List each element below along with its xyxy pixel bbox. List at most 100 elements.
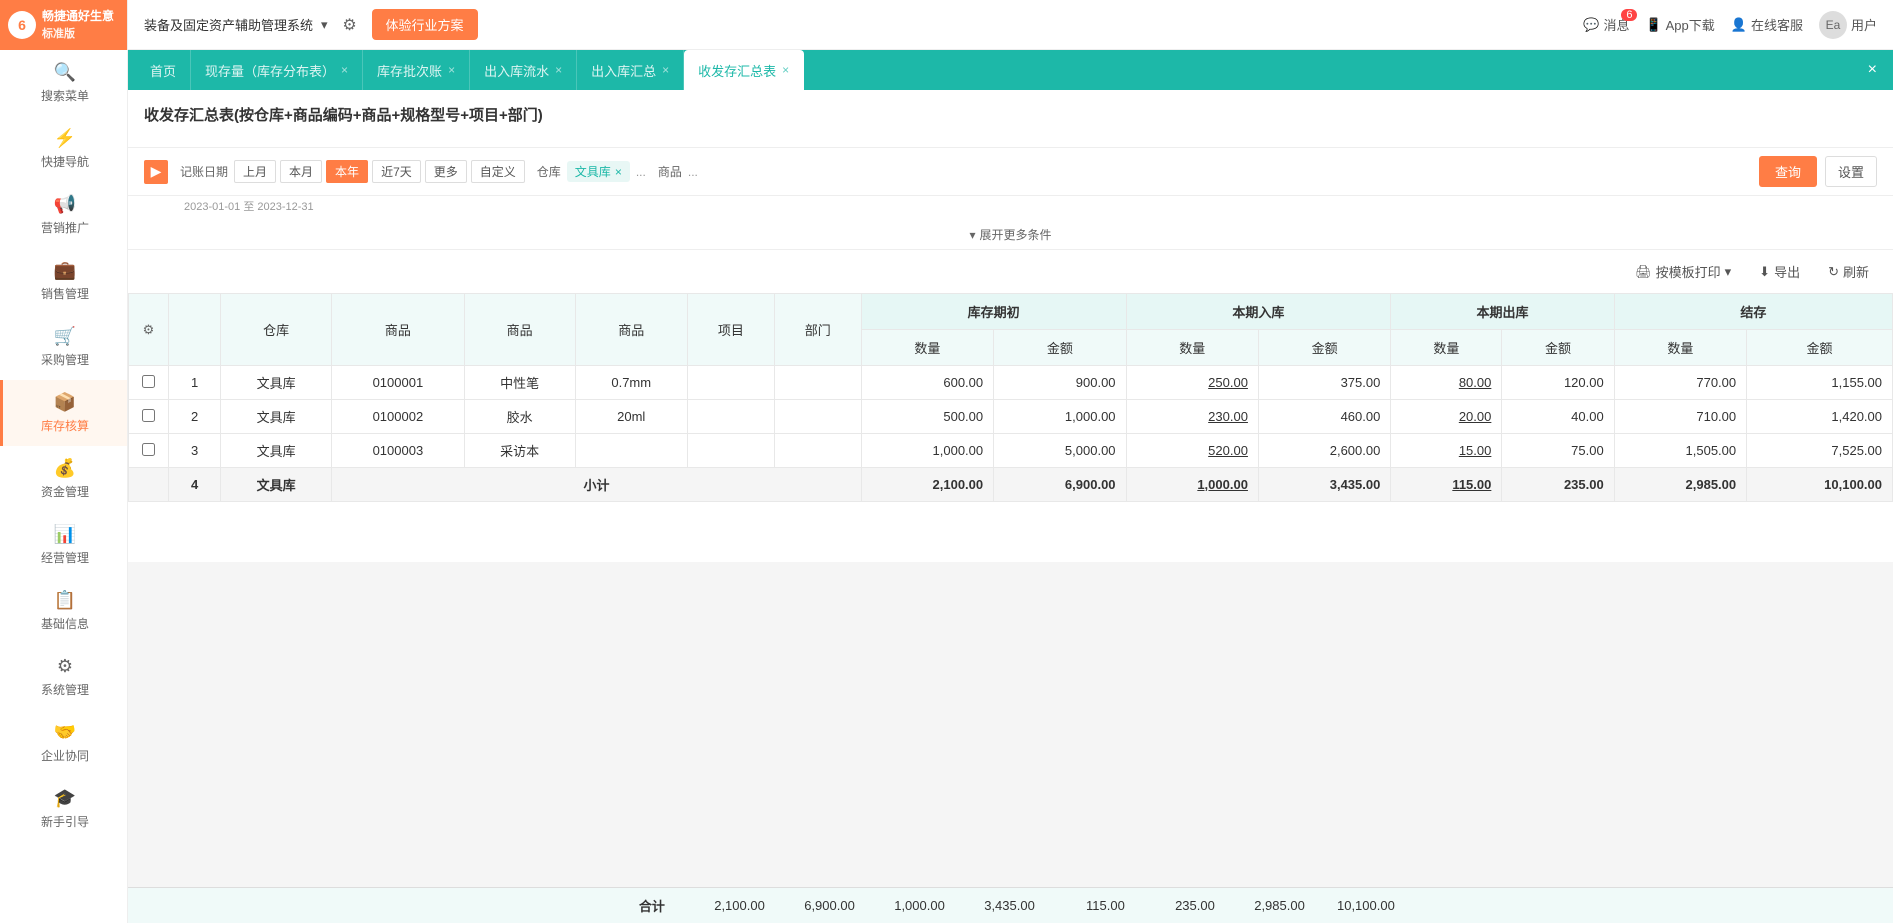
tab-home[interactable]: 首页 [136,50,191,90]
warehouse-close-icon[interactable]: × [615,165,622,179]
th-settings: ⚙ [129,294,169,366]
main-area: 装备及固定资产辅助管理系统 ▾ ⚙ 体验行业方案 💬 消息 6 📱 App下载 … [128,0,1893,923]
search-icon: 🔍 [54,62,76,83]
app-download-label: App下载 [1666,15,1715,34]
expand-button[interactable]: ▾ 展开更多条件 [969,226,1051,243]
settings-filter-button[interactable]: 设置 [1825,156,1877,187]
cell-close-qty: 770.00 [1614,366,1746,400]
subtotal-open-qty: 2,100.00 [861,468,993,502]
sidebar-item-guide[interactable]: 🎓 新手引导 [0,776,127,842]
sidebar-item-search[interactable]: 🔍 搜索菜单 [0,50,127,116]
sidebar-nav: 🔍 搜索菜单⚡ 快捷导航📢 营销推广💼 销售管理🛒 采购管理📦 库存核算💰 资金… [0,50,127,923]
warehouse-more[interactable]: ... [636,165,646,179]
th-num [169,294,221,366]
sidebar-item-marketing[interactable]: 📢 营销推广 [0,182,127,248]
phone-icon: 📱 [1645,17,1661,33]
trial-button[interactable]: 体验行业方案 [372,9,478,40]
sidebar-item-basic[interactable]: 📋 基础信息 [0,578,127,644]
tab-close-inout_summary[interactable]: × [662,63,669,77]
footer-total-label: 合计 [144,896,665,915]
footer-in-qty: 1,000.00 [865,898,955,913]
settings-icon[interactable]: ⚙ [336,11,364,39]
date-btn-自定义[interactable]: 自定义 [471,160,525,183]
date-btn-本月[interactable]: 本月 [280,160,322,183]
marketing-icon: 📢 [54,194,76,215]
goods-more[interactable]: ... [688,165,698,179]
cell-checkbox[interactable] [129,400,169,434]
online-service-item[interactable]: 👤 在线客服 [1731,15,1803,34]
sidebar-item-operations[interactable]: 📊 经营管理 [0,512,127,578]
tab-close-batch[interactable]: × [448,63,455,77]
tab-receive_send[interactable]: 收发存汇总表× [684,50,804,90]
app-download-item[interactable]: 📱 App下载 [1645,15,1714,34]
sidebar-item-finance[interactable]: 💰 资金管理 [0,446,127,512]
cell-out-qty[interactable]: 80.00 [1391,366,1502,400]
tab-inventory[interactable]: 现存量（库存分布表） × [191,50,363,90]
quick-icon: ⚡ [54,128,76,149]
user-item[interactable]: Ea 用户 [1819,11,1877,39]
messages-item[interactable]: 💬 消息 6 [1583,15,1629,34]
sidebar-label-marketing: 营销推广 [41,219,89,236]
cell-checkbox[interactable] [129,434,169,468]
cell-goods: 采访本 [464,434,575,468]
tab-batch[interactable]: 库存批次账× [363,50,470,90]
subtotal-open-amt: 6,900.00 [994,468,1126,502]
cell-project [687,366,774,400]
date-range-row: 2023-01-01 至 2023-12-31 [128,196,1893,220]
cell-in-amt: 460.00 [1258,400,1390,434]
cell-open-amt: 900.00 [994,366,1126,400]
service-icon: 👤 [1731,17,1747,33]
cell-in-qty[interactable]: 250.00 [1126,366,1258,400]
sidebar-item-inventory_mgmt[interactable]: 📦 库存核算 [0,380,127,446]
sidebar-item-sales[interactable]: 💼 销售管理 [0,248,127,314]
tab-inout_flow[interactable]: 出入库流水× [470,50,577,90]
cell-checkbox[interactable] [129,366,169,400]
cell-in-qty[interactable]: 230.00 [1126,400,1258,434]
query-button[interactable]: 查询 [1759,156,1817,187]
subtotal-in-amt: 3,435.00 [1258,468,1390,502]
date-btn-上月[interactable]: 上月 [234,160,276,183]
date-buttons: 上月本月本年近7天更多自定义 [234,160,525,183]
system-dropdown[interactable]: ▾ [321,17,328,33]
warehouse-value: 文具库 [575,163,611,180]
refresh-btn[interactable]: ↻ 刷新 [1820,258,1877,285]
table-subtotal-row: 4 文具库 小计 2,100.00 6,900.00 1,000.00 3,43… [129,468,1893,502]
footer-close-amt: 10,100.00 [1315,898,1405,913]
sidebar-item-quick[interactable]: ⚡ 快捷导航 [0,116,127,182]
print-btn[interactable]: 🖨 按模板打印 ▾ [1627,258,1739,285]
tab-inout_summary[interactable]: 出入库汇总× [577,50,684,90]
date-btn-本年[interactable]: 本年 [326,160,368,183]
footer-total-values: 2,100.00 6,900.00 1,000.00 3,435.00 115.… [685,898,1405,913]
subtotal-label: 小计 [332,468,862,502]
footer-out-amt: 235.00 [1135,898,1225,913]
enterprise-icon: 🤝 [54,722,76,743]
page-title: 收发存汇总表(按仓库+商品编码+商品+规格型号+项目+部门) [144,104,1877,125]
sidebar-item-system[interactable]: ⚙ 系统管理 [0,644,127,710]
system-icon: ⚙ [57,656,73,677]
date-btn-近7天[interactable]: 近7天 [372,160,421,183]
filter-bar: ▶ 记账日期 上月本月本年近7天更多自定义 仓库 文具库 × ... 商品 [128,148,1893,196]
tab-label-inventory: 现存量（库存分布表） [205,61,335,80]
export-btn[interactable]: ⬇ 导出 [1751,258,1808,285]
th-open-amt: 金额 [994,330,1126,366]
tab-close-receive_send[interactable]: × [782,63,789,77]
tab-close-inventory[interactable]: × [341,63,348,77]
close-all-tabs[interactable]: × [1860,61,1885,79]
expand-bar: ▾ 展开更多条件 [128,220,1893,250]
th-in-amt: 金额 [1258,330,1390,366]
table-settings-icon[interactable]: ⚙ [143,322,155,337]
cell-in-qty[interactable]: 520.00 [1126,434,1258,468]
date-btn-更多[interactable]: 更多 [425,160,467,183]
sidebar-item-purchase[interactable]: 🛒 采购管理 [0,314,127,380]
cell-out-amt: 120.00 [1502,366,1614,400]
sidebar-item-enterprise[interactable]: 🤝 企业协同 [0,710,127,776]
cell-project [687,434,774,468]
tab-close-inout_flow[interactable]: × [555,63,562,77]
filter-toggle-btn[interactable]: ▶ [144,160,168,184]
cell-out-amt: 40.00 [1502,400,1614,434]
filter-actions: 查询 设置 [1759,156,1877,187]
cell-goods: 中性笔 [464,366,575,400]
cell-out-qty[interactable]: 20.00 [1391,400,1502,434]
sidebar-label-system: 系统管理 [41,681,89,698]
cell-out-qty[interactable]: 15.00 [1391,434,1502,468]
